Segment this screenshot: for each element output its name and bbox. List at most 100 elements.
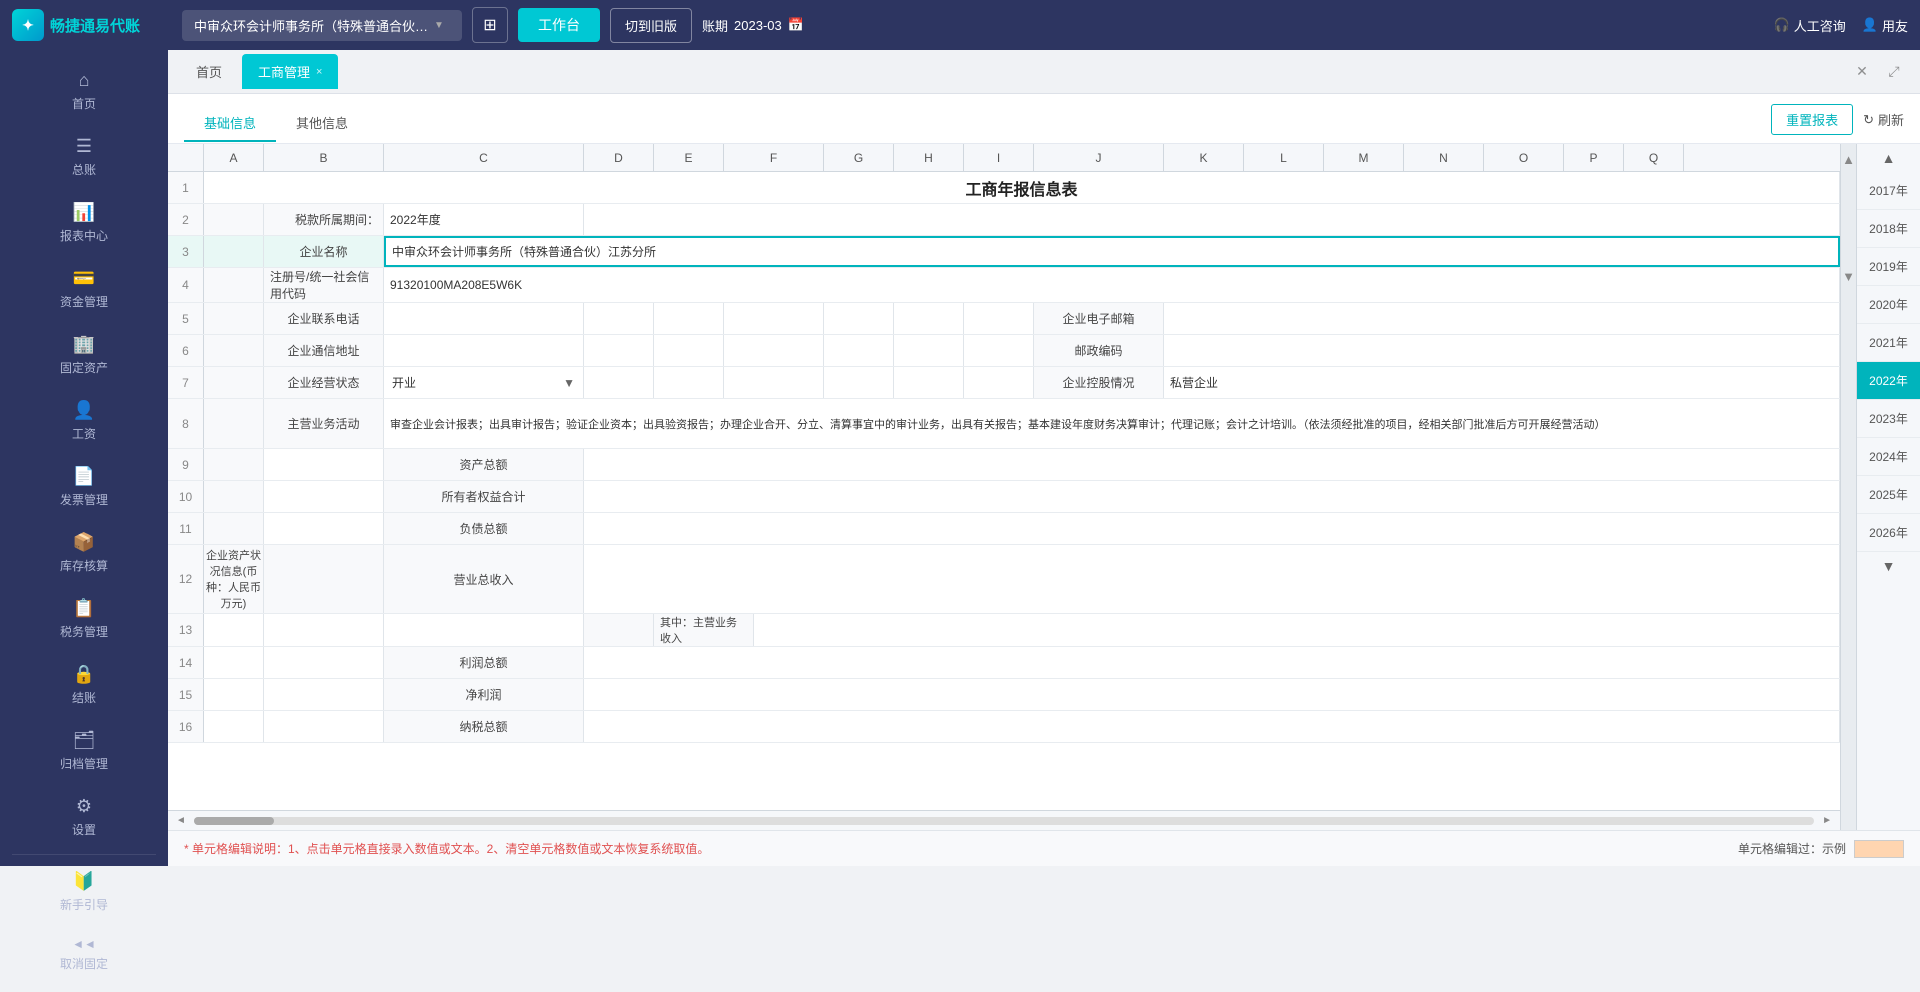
scroll-right-arrow[interactable]: ► xyxy=(1818,815,1836,826)
year-item-2026[interactable]: 2026年 xyxy=(1857,514,1920,552)
subtab-basic[interactable]: 基础信息 xyxy=(184,105,276,142)
cell-6-j: 邮政编码 xyxy=(1034,335,1164,366)
table-row: 7 企业经营状态 开业 ▼ xyxy=(168,367,1840,399)
calendar-icon[interactable]: 📅 xyxy=(788,17,804,33)
cell-6-c[interactable] xyxy=(384,335,584,366)
refresh-button[interactable]: ↻ 刷新 xyxy=(1863,110,1904,129)
cell-16-d[interactable] xyxy=(584,711,1840,742)
topbar-right: 🎧 人工咨询 👤 用友 xyxy=(1774,16,1908,35)
year-item-2021[interactable]: 2021年 xyxy=(1857,324,1920,362)
sidebar-label-assets: 固定资产 xyxy=(60,359,108,376)
cell-4-a xyxy=(204,268,264,302)
sidebar-item-home[interactable]: ⌂ 首页 xyxy=(0,58,168,124)
year-item-2024[interactable]: 2024年 xyxy=(1857,438,1920,476)
business-status-value: 开业 xyxy=(392,374,416,391)
sidebar-item-wages[interactable]: 👤 工资 xyxy=(0,388,168,454)
col-header-n: N xyxy=(1404,144,1484,171)
sidebar-item-inventory[interactable]: 📦 库存核算 xyxy=(0,520,168,586)
tab-home[interactable]: 首页 xyxy=(180,54,238,89)
col-header-p: P xyxy=(1564,144,1624,171)
cell-7-c[interactable]: 开业 ▼ xyxy=(384,367,584,398)
service-button[interactable]: 🎧 人工咨询 xyxy=(1774,16,1846,35)
bottom-scrollbar[interactable]: ◄ ► xyxy=(168,810,1840,830)
cell-6-k[interactable] xyxy=(1164,335,1840,366)
year-item-2022[interactable]: 2022年 xyxy=(1857,362,1920,400)
collapse-arrow-down[interactable]: ▼ xyxy=(1842,269,1855,284)
col-header-m: M xyxy=(1324,144,1404,171)
row-num-16: 16 xyxy=(168,711,204,742)
cell-11-d[interactable] xyxy=(584,513,1840,544)
year-item-2019[interactable]: 2019年 xyxy=(1857,248,1920,286)
year-item-2025[interactable]: 2025年 xyxy=(1857,476,1920,514)
cell-5-k[interactable] xyxy=(1164,303,1840,334)
sidebar-item-archive[interactable]: 🗂 归档管理 xyxy=(0,718,168,784)
assets-icon: 🏢 xyxy=(73,334,95,355)
row-num-7: 7 xyxy=(168,367,204,398)
switch-version-button[interactable]: 切到旧版 xyxy=(610,8,692,43)
invoices-icon: 📄 xyxy=(73,466,95,487)
ledger-icon: ☰ xyxy=(76,136,92,157)
collapse-arrow-up[interactable]: ▲ xyxy=(1842,152,1855,167)
year-nav-up[interactable]: ▲ xyxy=(1857,144,1920,172)
cell-12-d[interactable] xyxy=(584,545,1840,613)
row-num-8: 8 xyxy=(168,399,204,448)
reset-report-button[interactable]: 重置报表 xyxy=(1771,104,1853,135)
cell-14-d[interactable] xyxy=(584,647,1840,678)
table-row: 5 企业联系电话 企业电子邮箱 xyxy=(168,303,1840,335)
cell-14-a xyxy=(204,647,264,678)
window-expand-button[interactable]: ⤢ xyxy=(1880,58,1908,86)
tab-business-mgmt[interactable]: 工商管理 × xyxy=(242,54,338,89)
cell-8-c[interactable]: 审查企业会计报表；出具审计报告；验证企业资本；出具验资报告；办理企业合开、分立、… xyxy=(384,399,1840,448)
sidebar-item-tax[interactable]: 📋 税务管理 xyxy=(0,586,168,652)
user-area[interactable]: 👤 用友 xyxy=(1862,16,1908,35)
year-item-2018[interactable]: 2018年 xyxy=(1857,210,1920,248)
company-icon-btn[interactable]: ⊞ xyxy=(472,7,508,43)
sample-cell xyxy=(1854,840,1904,858)
user-label: 用友 xyxy=(1882,16,1908,35)
cell-12-c: 营业总收入 xyxy=(384,545,584,613)
cell-5-f xyxy=(724,303,824,334)
sidebar-item-assets[interactable]: 🏢 固定资产 xyxy=(0,322,168,388)
row-num-2: 2 xyxy=(168,204,204,235)
year-item-2020[interactable]: 2020年 xyxy=(1857,286,1920,324)
sidebar-label-ledger: 总账 xyxy=(72,161,96,178)
cell-4-c[interactable]: 91320100MA208E5W6K xyxy=(384,268,1840,302)
cell-7-k[interactable]: 私营企业 xyxy=(1164,367,1840,398)
year-item-2017[interactable]: 2017年 xyxy=(1857,172,1920,210)
cell-15-d[interactable] xyxy=(584,679,1840,710)
right-panel: ▲ ▼ ▲ 2017年 2018年 2019年 2020年 2021年 2022… xyxy=(1840,144,1920,830)
horizontal-scroll-track[interactable] xyxy=(194,817,1814,825)
tab-close-icon[interactable]: × xyxy=(316,66,322,78)
sidebar-item-unpin[interactable]: ◄◄ 取消固定 xyxy=(0,925,168,984)
cell-13-f[interactable] xyxy=(754,614,1840,646)
cell-2-c[interactable]: 2022年度 xyxy=(384,204,584,235)
cell-12-b xyxy=(264,545,384,613)
sidebar-label-home: 首页 xyxy=(72,95,96,112)
cell-3-c[interactable]: 中审众环会计师事务所（特殊普通合伙）江苏分所 xyxy=(384,236,1840,267)
sidebar-item-reports[interactable]: 📊 报表中心 xyxy=(0,190,168,256)
title-cell[interactable]: 工商年报信息表 xyxy=(204,172,1840,203)
cell-10-d[interactable] xyxy=(584,481,1840,512)
year-item-2023[interactable]: 2023年 xyxy=(1857,400,1920,438)
window-close-button[interactable]: ✕ xyxy=(1848,58,1876,86)
cell-9-d[interactable] xyxy=(584,449,1840,480)
spreadsheet-container: A B C D E F G H I J K L M N O xyxy=(168,144,1920,830)
sidebar-item-invoices[interactable]: 📄 发票管理 xyxy=(0,454,168,520)
cell-11-b xyxy=(264,513,384,544)
workbench-button[interactable]: 工作台 xyxy=(518,8,600,42)
scroll-left-arrow[interactable]: ◄ xyxy=(172,815,190,826)
panel-collapse-button[interactable]: ▲ ▼ xyxy=(1840,144,1856,830)
cell-5-c[interactable] xyxy=(384,303,584,334)
dropdown-arrow-icon[interactable]: ▼ xyxy=(563,376,575,390)
horizontal-scroll-thumb[interactable] xyxy=(194,817,274,825)
sidebar-item-guide[interactable]: 🔰 新手引导 xyxy=(0,859,168,925)
company-selector[interactable]: 中审众环会计师事务所（特殊普通合伙… ▼ xyxy=(182,10,462,41)
sidebar-item-funds[interactable]: 💳 资金管理 xyxy=(0,256,168,322)
year-nav-down[interactable]: ▼ xyxy=(1857,552,1920,580)
sidebar-item-ledger[interactable]: ☰ 总账 xyxy=(0,124,168,190)
sidebar-item-close[interactable]: 🔒 结账 xyxy=(0,652,168,718)
subtab-other[interactable]: 其他信息 xyxy=(276,105,368,142)
sidebar-item-settings[interactable]: ⚙ 设置 xyxy=(0,784,168,850)
row-num-header xyxy=(168,144,204,171)
cell-10-a xyxy=(204,481,264,512)
